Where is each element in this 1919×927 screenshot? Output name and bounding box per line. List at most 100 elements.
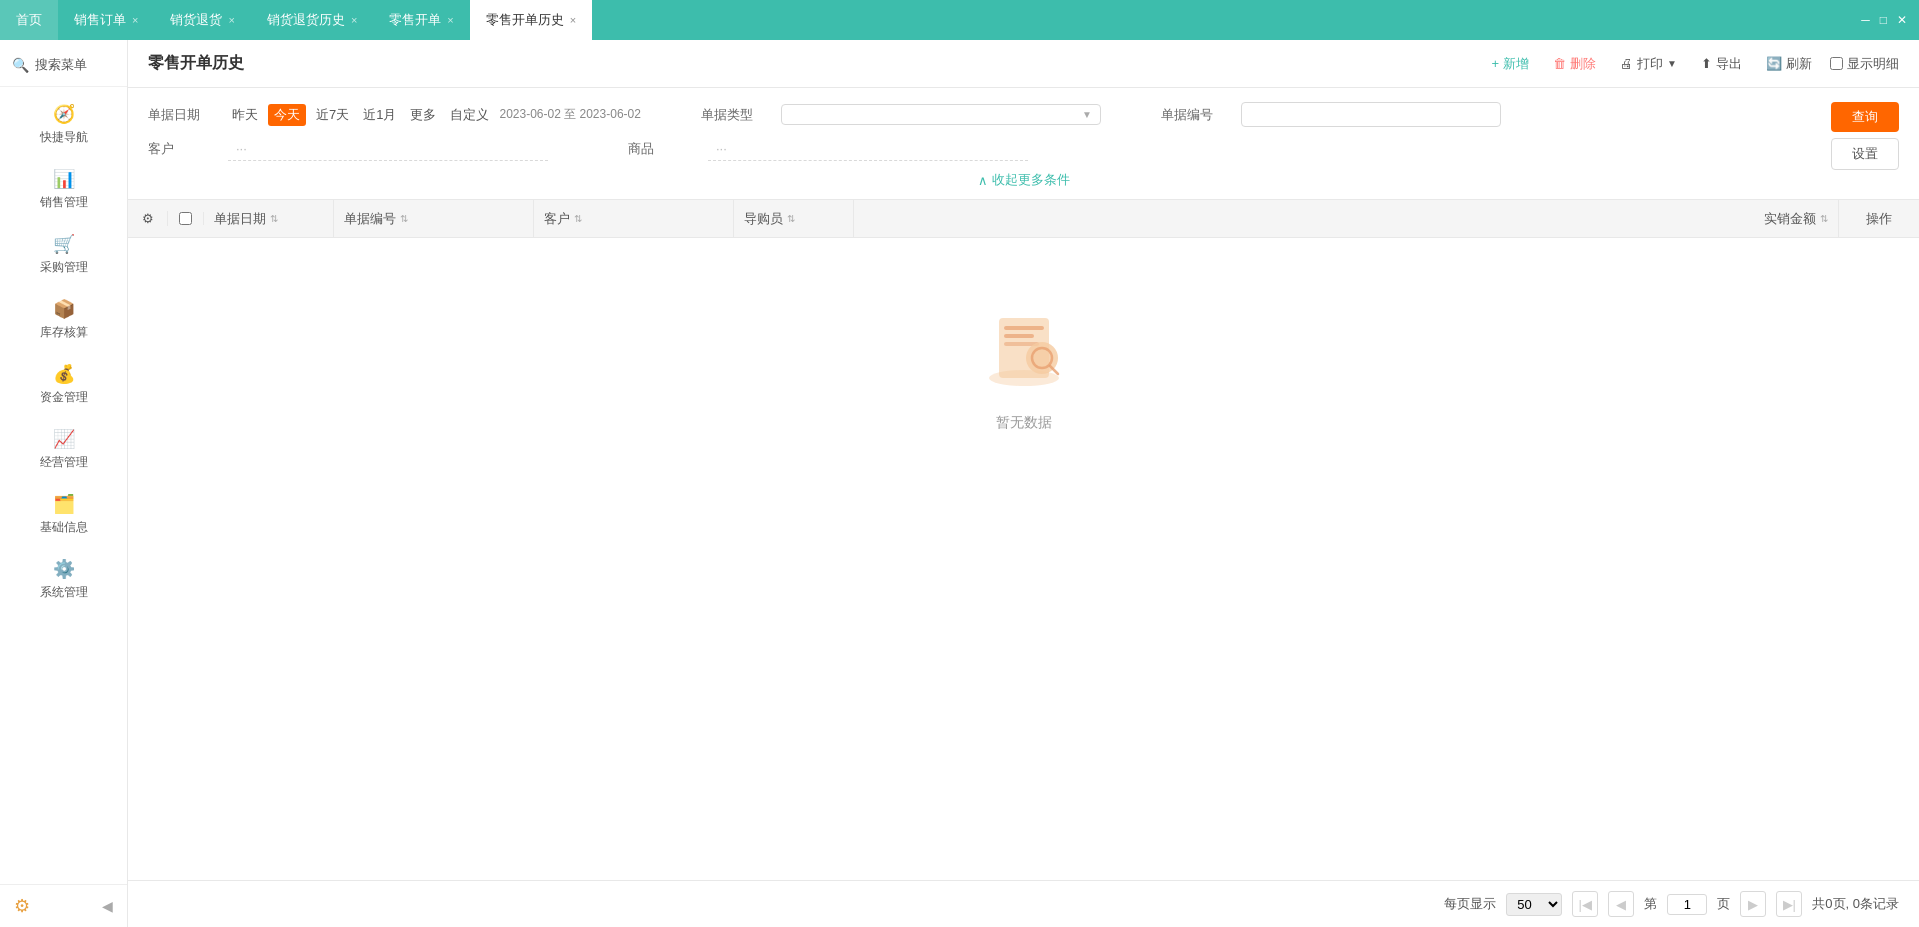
th-date[interactable]: 单据日期 ⇅ (204, 200, 334, 237)
sidebar-item-sales[interactable]: 📊 销售管理 (0, 156, 127, 221)
operations-icon: 📈 (53, 428, 75, 450)
th-order-no[interactable]: 单据编号 ⇅ (334, 200, 534, 237)
toolbar-actions: + 新增 🗑 删除 🖨 打印 ▼ ⬆ 导出 🔄 刷 (1486, 51, 1900, 77)
table-area: ⚙ 单据日期 ⇅ 单据编号 ⇅ 客户 ⇅ (128, 200, 1919, 880)
th-amount[interactable]: 实销金额 ⇅ (1719, 200, 1839, 237)
order-type-select[interactable]: ▼ (781, 104, 1101, 125)
setting-button[interactable]: 设置 (1831, 138, 1899, 170)
tab-sales-order-close[interactable]: × (132, 14, 138, 26)
export-button[interactable]: ⬆ 导出 (1695, 51, 1748, 77)
th-guide[interactable]: 导购员 ⇅ (734, 200, 854, 237)
display-detail-label: 显示明细 (1847, 55, 1899, 73)
add-button[interactable]: + 新增 (1486, 51, 1536, 77)
order-no-input[interactable] (1241, 102, 1501, 127)
refresh-button[interactable]: 🔄 刷新 (1760, 51, 1818, 77)
sidebar-item-basicinfo-label: 基础信息 (40, 519, 88, 536)
print-button[interactable]: 🖨 打印 ▼ (1614, 51, 1683, 77)
settings-gear-icon[interactable]: ⚙ (14, 895, 30, 917)
print-arrow-icon: ▼ (1667, 58, 1677, 69)
th-customer-label: 客户 (544, 210, 570, 228)
tab-retail-order-label: 零售开单 (389, 11, 441, 29)
last-page-button[interactable]: ▶| (1776, 891, 1802, 917)
customer-input[interactable]: ··· (228, 137, 548, 161)
nav-tabs: 首页 销售订单 × 销货退货 × 销货退货历史 × 零售开单 × 零售开单历史 … (0, 0, 1849, 40)
th-spacer (854, 200, 1719, 237)
query-button[interactable]: 查询 (1831, 102, 1899, 132)
collapse-button[interactable]: ∧ 收起更多条件 (978, 171, 1070, 189)
sidebar-search[interactable]: 🔍 搜索菜单 (0, 48, 127, 82)
sidebar-item-operations[interactable]: 📈 经营管理 (0, 416, 127, 481)
sidebar-item-operations-label: 经营管理 (40, 454, 88, 471)
basicinfo-icon: 🗂️ (53, 493, 75, 515)
tab-retail-order-history-close[interactable]: × (570, 14, 576, 26)
date-shortcut-7days[interactable]: 近7天 (312, 104, 353, 126)
main-layout: 🔍 搜索菜单 🧭 快捷导航 📊 销售管理 🛒 采购管理 📦 库存核算 💰 资金管… (0, 40, 1919, 927)
sidebar-item-purchase[interactable]: 🛒 采购管理 (0, 221, 127, 286)
th-date-label: 单据日期 (214, 210, 266, 228)
sidebar-item-finance[interactable]: 💰 资金管理 (0, 351, 127, 416)
sidebar-item-inventory[interactable]: 📦 库存核算 (0, 286, 127, 351)
sidebar-item-quicknav[interactable]: 🧭 快捷导航 (0, 91, 127, 156)
filter-row-2: 客户 ··· 商品 ··· (148, 137, 1899, 161)
refresh-icon: 🔄 (1766, 56, 1782, 71)
sidebar-bottom: ⚙ ◀ (0, 884, 127, 927)
th-amount-label: 实销金额 (1764, 210, 1816, 228)
goods-filter-label: 商品 (628, 140, 688, 158)
date-shortcut-yesterday[interactable]: 昨天 (228, 104, 262, 126)
sidebar-item-system[interactable]: ⚙️ 系统管理 (0, 546, 127, 611)
th-customer[interactable]: 客户 ⇅ (534, 200, 734, 237)
page-number-input[interactable] (1667, 894, 1707, 915)
minimize-button[interactable]: ─ (1861, 13, 1870, 27)
search-icon: 🔍 (12, 57, 29, 73)
th-customer-sort-icon: ⇅ (574, 213, 582, 224)
sidebar-item-basicinfo[interactable]: 🗂️ 基础信息 (0, 481, 127, 546)
tab-sales-return-history-close[interactable]: × (351, 14, 357, 26)
select-all-checkbox[interactable] (179, 212, 192, 225)
collapse-sidebar-icon[interactable]: ◀ (102, 898, 113, 914)
display-detail-checkbox[interactable] (1830, 57, 1843, 70)
tab-sales-return-label: 销货退货 (170, 11, 222, 29)
query-action-buttons: 查询 设置 (1831, 102, 1899, 170)
next-page-button[interactable]: ▶ (1740, 891, 1766, 917)
sales-icon: 📊 (53, 168, 75, 190)
tab-retail-order-close[interactable]: × (447, 14, 453, 26)
tab-retail-order[interactable]: 零售开单 × (373, 0, 469, 40)
th-guide-sort-icon: ⇅ (787, 213, 795, 224)
tab-sales-order[interactable]: 销售订单 × (58, 0, 154, 40)
add-icon: + (1492, 56, 1500, 71)
table-select-all-checkbox[interactable] (168, 212, 204, 225)
per-page-select[interactable]: 50 100 200 (1506, 893, 1562, 916)
page-title: 零售开单历史 (148, 53, 244, 74)
prev-page-button[interactable]: ◀ (1608, 891, 1634, 917)
goods-input[interactable]: ··· (708, 137, 1028, 161)
tab-sales-return-history[interactable]: 销货退货历史 × (251, 0, 373, 40)
th-guide-label: 导购员 (744, 210, 783, 228)
maximize-button[interactable]: □ (1880, 13, 1887, 27)
tab-home[interactable]: 首页 (0, 0, 58, 40)
order-type-arrow-icon: ▼ (1082, 109, 1092, 120)
sidebar-divider (0, 86, 127, 87)
date-shortcut-custom[interactable]: 自定义 (446, 104, 493, 126)
first-page-button[interactable]: |◀ (1572, 891, 1598, 917)
table-settings-icon[interactable]: ⚙ (128, 211, 168, 226)
export-icon: ⬆ (1701, 56, 1712, 71)
close-button[interactable]: ✕ (1897, 13, 1907, 27)
date-shortcut-more[interactable]: 更多 (406, 104, 440, 126)
export-label: 导出 (1716, 55, 1742, 73)
inventory-icon: 📦 (53, 298, 75, 320)
th-operation: 操作 (1839, 200, 1919, 237)
th-order-no-sort-icon: ⇅ (400, 213, 408, 224)
date-shortcut-today[interactable]: 今天 (268, 104, 306, 126)
tab-sales-return-close[interactable]: × (228, 14, 234, 26)
tab-sales-return[interactable]: 销货退货 × (154, 0, 250, 40)
th-amount-sort-icon: ⇅ (1820, 213, 1828, 224)
tab-home-label: 首页 (16, 11, 42, 29)
quicknav-icon: 🧭 (53, 103, 75, 125)
tab-retail-order-history[interactable]: 零售开单历史 × (470, 0, 592, 40)
finance-icon: 💰 (53, 363, 75, 385)
refresh-label: 刷新 (1786, 55, 1812, 73)
svg-rect-2 (1004, 326, 1044, 330)
display-detail-toggle[interactable]: 显示明细 (1830, 55, 1899, 73)
date-shortcut-1month[interactable]: 近1月 (359, 104, 400, 126)
delete-button[interactable]: 🗑 删除 (1547, 51, 1602, 77)
